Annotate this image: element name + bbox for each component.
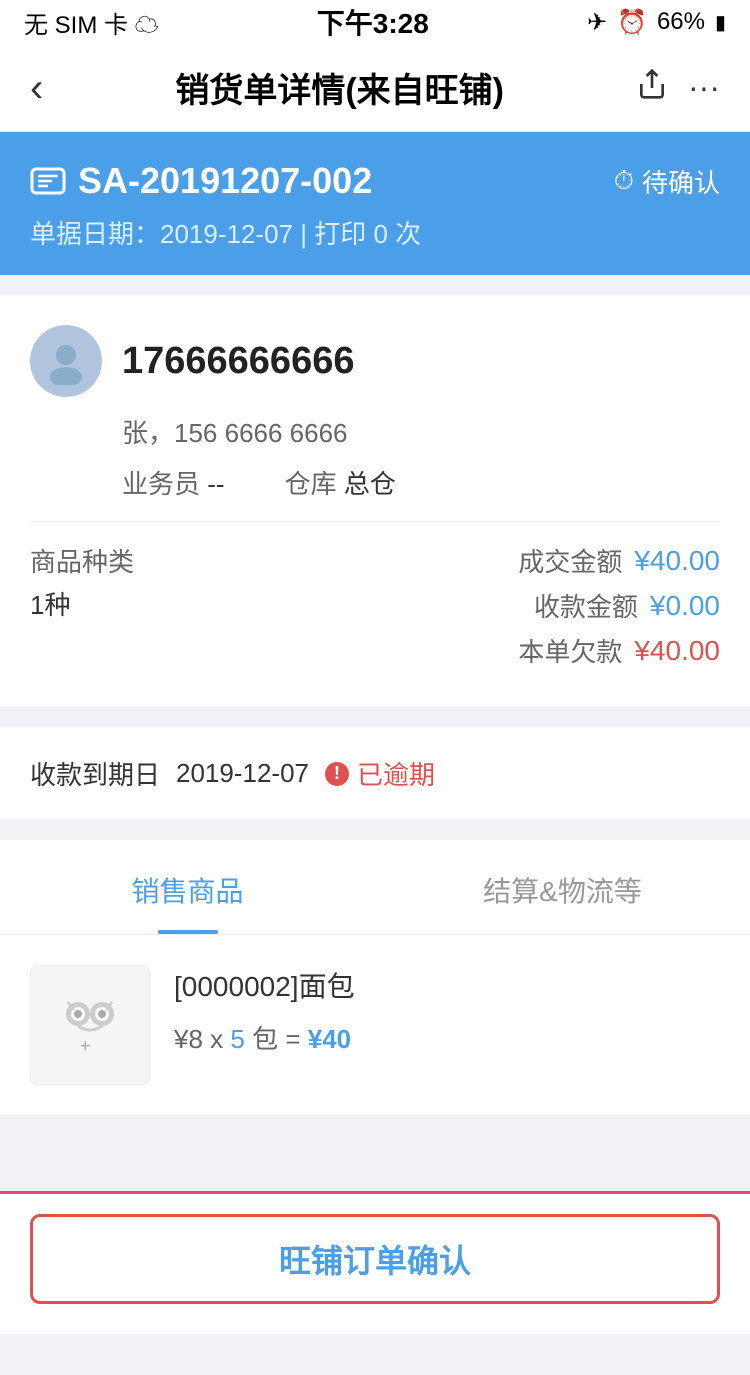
owed-label: 本单欠款	[518, 632, 622, 669]
summary-row: 商品种类 1种 成交金额 ¥40.00 收款金额 ¥0.00 本单欠款 ¥40.…	[30, 542, 720, 677]
location-icon: ✈	[587, 8, 607, 37]
order-id-row: SA-20191207-002 ⏱ 待确认	[30, 160, 720, 202]
confirm-order-button[interactable]: 旺铺订单确认	[30, 1214, 720, 1304]
order-id: SA-20191207-002	[30, 160, 372, 202]
salesperson-field: 业务员 --	[122, 464, 225, 501]
due-label: 收款到期日	[30, 755, 160, 792]
product-unit-price: ¥8	[174, 1024, 203, 1054]
page-title: 销货单详情(来自旺铺)	[175, 63, 504, 112]
tabs-section: 销售商品 结算&物流等 +	[0, 840, 750, 1115]
order-icon	[30, 167, 66, 195]
type-count: 1种	[30, 585, 134, 622]
due-section: 收款到期日 2019-12-07 ! 已逾期	[0, 727, 750, 820]
owed-row: 本单欠款 ¥40.00	[518, 632, 720, 669]
product-equals: =	[285, 1024, 307, 1054]
product-item: + [0000002]面包 ¥8 x 5 包 = ¥40	[0, 935, 750, 1115]
customer-phone: 17666666666	[122, 340, 354, 383]
clock-icon: ⏱	[614, 165, 634, 197]
customer-section: 17666666666 张，156 6666 6666 业务员 -- 仓库 总仓…	[0, 295, 750, 707]
due-date: 2019-12-07	[176, 758, 309, 789]
owed-value: ¥40.00	[634, 635, 720, 667]
battery-label: 66%	[657, 8, 705, 36]
amount-value: ¥40.00	[634, 545, 720, 577]
nav-bar: ‹ 销货单详情(来自旺铺) ···	[0, 44, 750, 132]
product-name: [0000002]面包	[174, 965, 720, 1005]
divider-1	[30, 521, 720, 522]
product-info: [0000002]面包 ¥8 x 5 包 = ¥40	[174, 965, 720, 1056]
product-qty: 5	[230, 1024, 244, 1054]
product-price: ¥8 x 5 包 = ¥40	[174, 1019, 720, 1056]
avatar	[30, 325, 102, 397]
status-bar: 无 SIM 卡 ☁ 下午3:28 ✈ ⏰ 66% ▮	[0, 0, 750, 44]
order-date: 单据日期：2019-12-07 | 打印 0 次	[30, 214, 720, 251]
received-value: ¥0.00	[650, 590, 720, 622]
product-unit: 包	[252, 1024, 278, 1054]
overdue-badge: ! 已逾期	[325, 755, 435, 792]
nav-left: ‹	[30, 68, 43, 108]
svg-text:+: +	[80, 1036, 91, 1056]
product-total: ¥40	[308, 1024, 351, 1054]
product-image-placeholder: +	[54, 984, 126, 1066]
tab-settlement[interactable]: 结算&物流等	[375, 840, 750, 934]
customer-sub: 张，156 6666 6666	[30, 413, 720, 450]
battery-icon: ▮	[715, 10, 726, 35]
product-thumbnail: +	[30, 965, 150, 1085]
alarm-icon: ⏰	[617, 8, 647, 37]
order-header: SA-20191207-002 ⏱ 待确认 单据日期：2019-12-07 | …	[0, 132, 750, 275]
amount-row: 成交金额 ¥40.00	[518, 542, 720, 579]
received-label: 收款金额	[534, 587, 638, 624]
share-icon[interactable]	[636, 68, 668, 108]
warehouse-field: 仓库 总仓	[285, 464, 396, 501]
received-row: 收款金额 ¥0.00	[518, 587, 720, 624]
tabs-row: 销售商品 结算&物流等	[0, 840, 750, 935]
more-button[interactable]: ···	[688, 69, 720, 106]
summary-left: 商品种类 1种	[30, 542, 134, 622]
status-right: ✈ ⏰ 66% ▮	[587, 8, 726, 37]
back-button[interactable]: ‹	[30, 68, 43, 108]
confirm-btn-wrap: 旺铺订单确认	[0, 1191, 750, 1334]
nav-right: ···	[636, 68, 720, 108]
tab-sales[interactable]: 销售商品	[0, 840, 375, 934]
overdue-icon: !	[325, 762, 349, 786]
order-status: ⏱ 待确认	[614, 163, 720, 200]
amount-label: 成交金额	[518, 542, 622, 579]
status-left: 无 SIM 卡 ☁	[24, 5, 159, 40]
summary-right: 成交金额 ¥40.00 收款金额 ¥0.00 本单欠款 ¥40.00	[518, 542, 720, 677]
status-time: 下午3:28	[317, 2, 429, 42]
overdue-text: 已逾期	[357, 755, 435, 792]
customer-meta: 业务员 -- 仓库 总仓	[30, 464, 720, 501]
type-label: 商品种类	[30, 542, 134, 579]
customer-row: 17666666666	[30, 325, 720, 397]
sim-label: 无 SIM 卡 ☁	[24, 5, 159, 40]
product-multiply: x	[210, 1024, 230, 1054]
